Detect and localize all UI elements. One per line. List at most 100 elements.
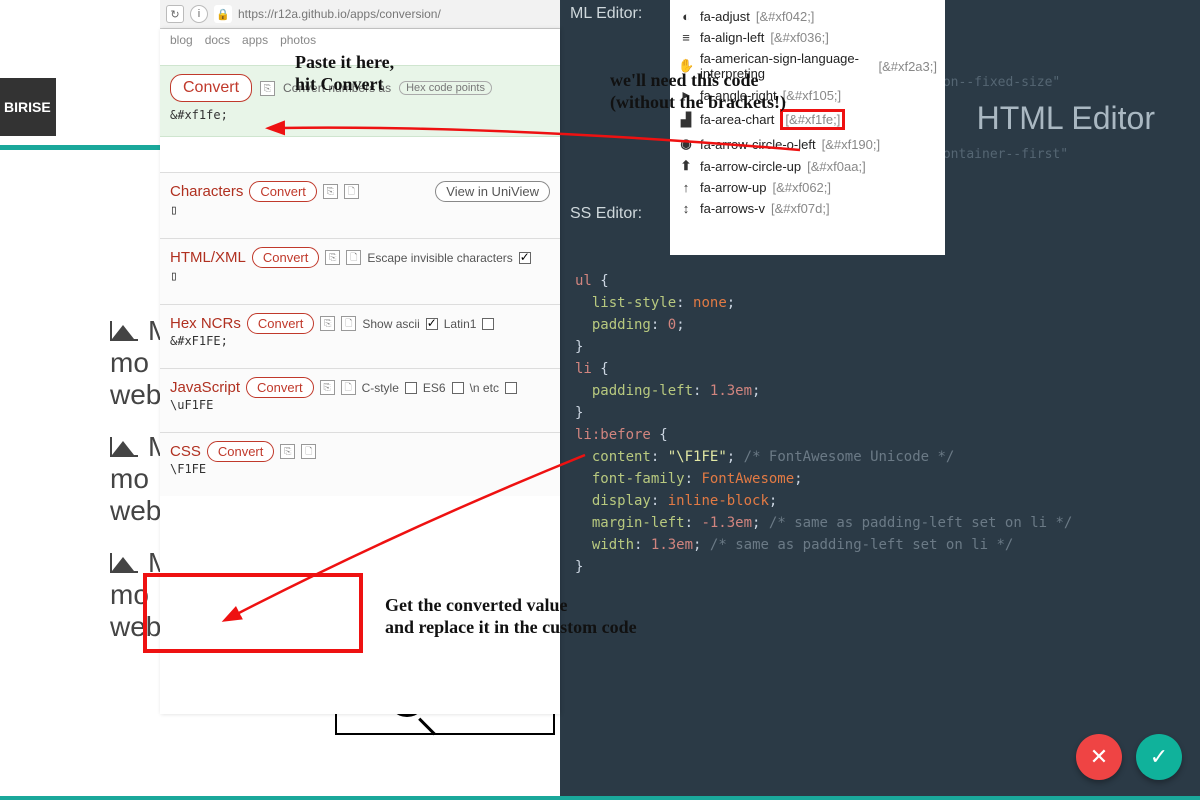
reload-button[interactable]: ↻ bbox=[166, 5, 184, 23]
css-output[interactable]: \F1FE bbox=[170, 462, 550, 476]
escape-invisible-checkbox[interactable] bbox=[519, 252, 531, 264]
latin1-label: Latin1 bbox=[444, 317, 477, 331]
convert-button[interactable]: Convert bbox=[246, 377, 314, 398]
file-icon[interactable]: 🗋 bbox=[341, 380, 356, 395]
escape-invisible-label: Escape invisible characters bbox=[367, 251, 512, 265]
fa-cheatsheet-row: ↑fa-arrow-up[&#xf062;] bbox=[678, 177, 937, 198]
fa-glyph-icon: ▟ bbox=[678, 112, 694, 128]
fa-glyph-icon: ↑ bbox=[678, 180, 694, 195]
fa-cheatsheet-row: ◉ fa-arrow-circle-o-left [&#xf190;] bbox=[678, 133, 937, 155]
latin1-checkbox[interactable] bbox=[482, 318, 494, 330]
fontawesome-cheatsheet: ◐ fa-adjust [&#xf042;] ≡ fa-align-left [&#xf0… bbox=[670, 0, 945, 255]
info-icon[interactable]: i bbox=[190, 5, 208, 23]
fa-name: fa-arrow-circle-o-left bbox=[700, 137, 816, 152]
fa-name: fa-area-chart bbox=[700, 112, 774, 127]
input-area: Convert ⎘ Convert numbers as Hex code po… bbox=[160, 65, 560, 137]
convert-button[interactable]: Convert bbox=[170, 74, 252, 102]
fa-glyph-icon: ≡ bbox=[678, 30, 694, 45]
nav-docs[interactable]: docs bbox=[205, 33, 230, 47]
netc-label: \n etc bbox=[470, 381, 499, 395]
top-nav: blog docs apps photos bbox=[160, 29, 560, 51]
copy-icon[interactable]: ⎘ bbox=[320, 316, 335, 331]
characters-output[interactable]: ▯ bbox=[170, 203, 178, 218]
main-input[interactable]: &#xf1fe; bbox=[170, 108, 550, 122]
fa-glyph-icon: ◐ bbox=[678, 9, 694, 24]
copy-icon[interactable]: ⎘ bbox=[323, 184, 338, 199]
convert-button[interactable]: Convert bbox=[207, 441, 275, 462]
fa-code: [&#xf190;] bbox=[822, 137, 881, 152]
hex-ncrs-section: Hex NCRs Convert ⎘ 🗋 Show ascii Latin1 &… bbox=[160, 304, 560, 368]
check-icon: ✓ bbox=[1150, 744, 1168, 770]
mobirise-brand-partial: BIRISE bbox=[0, 78, 56, 136]
chart-icon bbox=[110, 553, 138, 573]
nav-apps[interactable]: apps bbox=[242, 33, 268, 47]
copy-icon[interactable]: ⎘ bbox=[280, 444, 295, 459]
view-in-uniview-button[interactable]: View in UniView bbox=[435, 181, 550, 202]
css-section: CSS Convert ⎘ 🗋 \F1FE bbox=[160, 432, 560, 496]
fa-glyph-icon: ⬆ bbox=[678, 158, 694, 174]
copy-icon[interactable]: ⎘ bbox=[320, 380, 335, 395]
fa-cheatsheet-row: ✋fa-american-sign-language-interpreting[… bbox=[678, 48, 937, 84]
es6-checkbox[interactable] bbox=[452, 382, 464, 394]
address-bar[interactable]: https://r12a.github.io/apps/conversion/ bbox=[238, 7, 554, 21]
hex-codepoints-pill[interactable]: Hex code points bbox=[399, 81, 492, 95]
fa-cheatsheet-row: ≡ fa-align-left [&#xf036;] bbox=[678, 27, 937, 48]
converter-app: blog docs apps photos Convert ⎘ Convert … bbox=[160, 29, 560, 714]
netc-checkbox[interactable] bbox=[505, 382, 517, 394]
hex-ncrs-output[interactable]: &#xF1FE; bbox=[170, 334, 550, 348]
fa-code: [&#xf07d;] bbox=[771, 201, 830, 216]
confirm-fab[interactable]: ✓ bbox=[1136, 734, 1182, 780]
convert-button[interactable]: Convert bbox=[247, 313, 315, 334]
show-ascii-label: Show ascii bbox=[362, 317, 419, 331]
nav-blog[interactable]: blog bbox=[170, 33, 193, 47]
css-editor-label: SS Editor: bbox=[570, 205, 642, 223]
html-xml-section: HTML/XML Convert ⎘ 🗋 Escape invisible ch… bbox=[160, 238, 560, 304]
fa-code: [&#xf062;] bbox=[772, 180, 831, 195]
show-ascii-checkbox[interactable] bbox=[426, 318, 438, 330]
fa-code: [&#xf1fe;] bbox=[780, 109, 845, 130]
html-editor-label: ML Editor: bbox=[570, 5, 642, 23]
nav-photos[interactable]: photos bbox=[280, 33, 316, 47]
fa-name: fa-align-left bbox=[700, 30, 764, 45]
close-icon: ✕ bbox=[1090, 744, 1108, 770]
lock-icon: 🔒 bbox=[214, 5, 232, 23]
fa-code: [&#xf2a3;] bbox=[878, 59, 937, 74]
cancel-fab[interactable]: ✕ bbox=[1076, 734, 1122, 780]
chart-icon bbox=[110, 437, 138, 457]
fa-code: [&#xf036;] bbox=[770, 30, 829, 45]
convert-button[interactable]: Convert bbox=[252, 247, 320, 268]
fa-glyph-icon: ↕ bbox=[678, 201, 694, 216]
fa-name: fa-arrows-v bbox=[700, 201, 765, 216]
fa-code: [&#xf0aa;] bbox=[807, 159, 866, 174]
cstyle-label: C-style bbox=[362, 381, 399, 395]
fa-name: fa-adjust bbox=[700, 9, 750, 24]
page-border bbox=[0, 796, 1200, 800]
fa-cheatsheet-row: ▸ fa-angle-right [&#xf105;] bbox=[678, 84, 937, 106]
file-icon[interactable]: 🗋 bbox=[346, 250, 361, 265]
section-title: HTML/XML bbox=[170, 249, 246, 266]
characters-section: Characters Convert ⎘ 🗋 View in UniView ▯ bbox=[160, 172, 560, 238]
fa-cheatsheet-row: ▟ fa-area-chart [&#xf1fe;] bbox=[678, 106, 937, 133]
fa-name: fa-arrow-circle-up bbox=[700, 159, 801, 174]
html-xml-output[interactable]: ▯ bbox=[170, 269, 178, 284]
file-icon[interactable]: 🗋 bbox=[344, 184, 359, 199]
fa-glyph-icon: ◉ bbox=[678, 136, 694, 152]
fa-glyph-icon: ▸ bbox=[678, 87, 694, 103]
convert-button[interactable]: Convert bbox=[249, 181, 317, 202]
section-title: JavaScript bbox=[170, 379, 240, 396]
copy-icon[interactable]: ⎘ bbox=[325, 250, 340, 265]
file-icon[interactable]: 🗋 bbox=[341, 316, 356, 331]
section-title: Hex NCRs bbox=[170, 315, 241, 332]
fa-name: fa-angle-right bbox=[700, 88, 777, 103]
fa-name: fa-american-sign-language-interpreting bbox=[700, 51, 872, 81]
css-editor-code[interactable]: ul { list-style: none; padding: 0; } li … bbox=[575, 270, 1072, 578]
javascript-section: JavaScript Convert ⎘ 🗋 C-style ES6 \n et… bbox=[160, 368, 560, 432]
javascript-output[interactable]: \uF1FE bbox=[170, 398, 550, 412]
section-title: CSS bbox=[170, 443, 201, 460]
copy-icon[interactable]: ⎘ bbox=[260, 81, 275, 96]
cstyle-checkbox[interactable] bbox=[405, 382, 417, 394]
section-title: Characters bbox=[170, 183, 243, 200]
fa-code: [&#xf105;] bbox=[783, 88, 842, 103]
fa-code: [&#xf042;] bbox=[756, 9, 815, 24]
file-icon[interactable]: 🗋 bbox=[301, 444, 316, 459]
